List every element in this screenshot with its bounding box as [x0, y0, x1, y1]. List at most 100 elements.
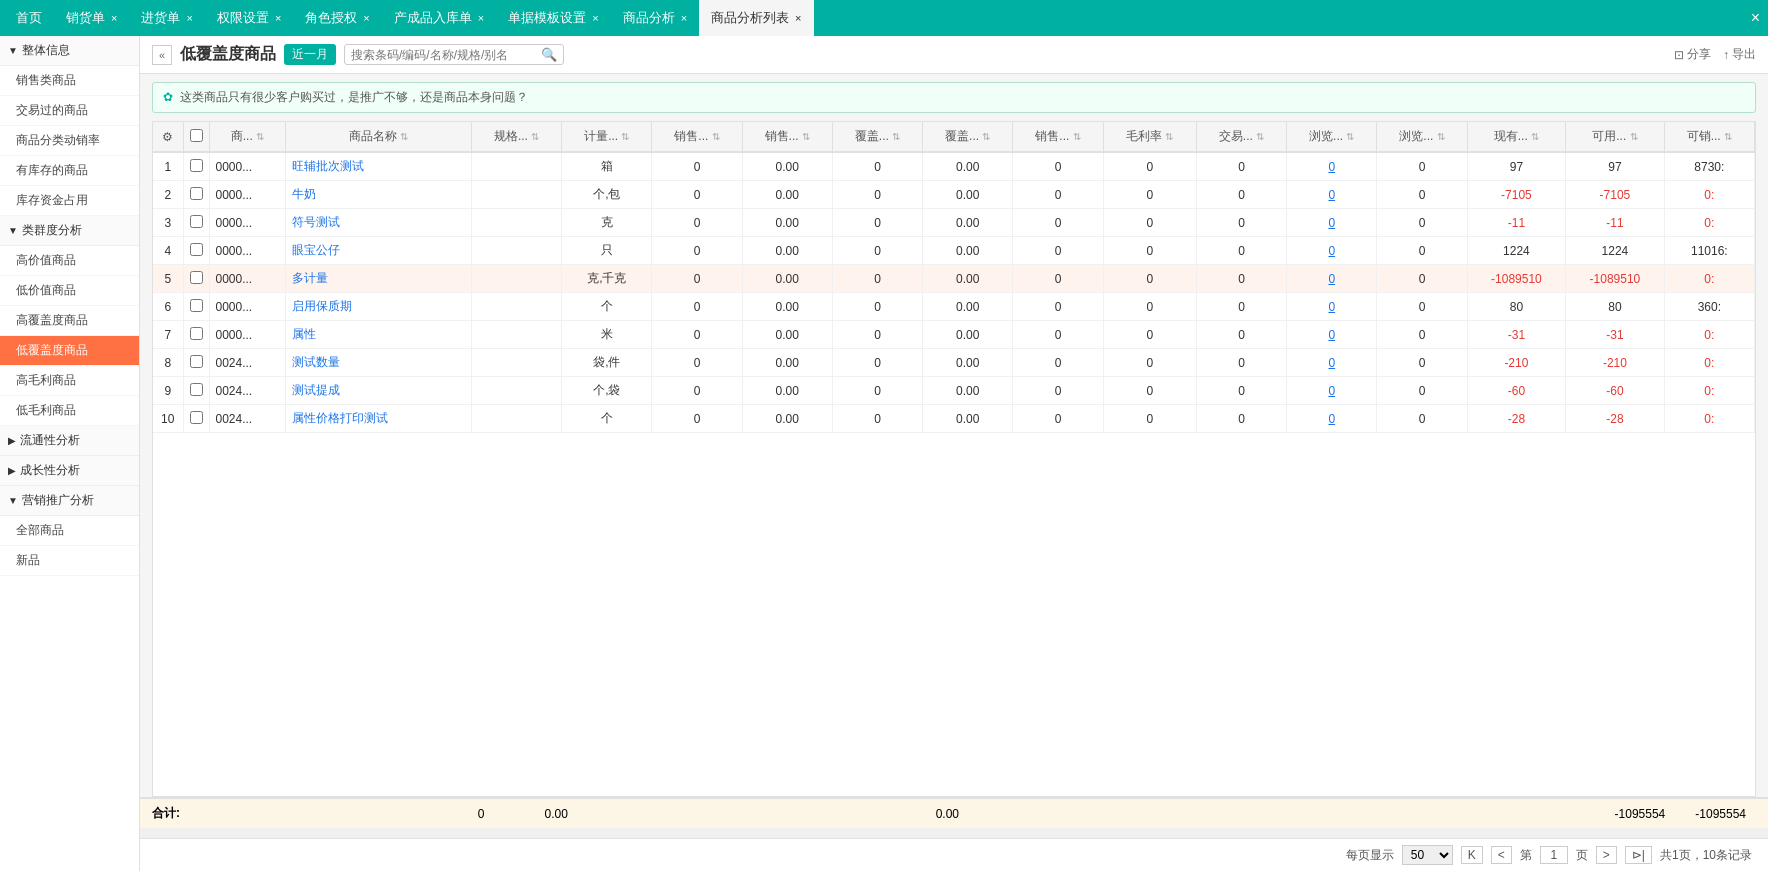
- per-page-select[interactable]: 50 10 20 100: [1402, 845, 1453, 865]
- sidebar-item-sales-goods[interactable]: 销售类商品: [0, 66, 139, 96]
- next-page-button[interactable]: >: [1596, 846, 1617, 864]
- row-name[interactable]: 多计量: [286, 265, 472, 293]
- period-button[interactable]: 近一月: [284, 44, 336, 65]
- row-name[interactable]: 测试提成: [286, 377, 472, 405]
- row-checkbox[interactable]: [183, 321, 209, 349]
- nav-tab-home[interactable]: 首页: [4, 0, 54, 36]
- row-checkbox[interactable]: [183, 209, 209, 237]
- row-checkbox[interactable]: [183, 237, 209, 265]
- col-stock-avail[interactable]: 可用... ⇅: [1566, 122, 1665, 152]
- sidebar-section-overall[interactable]: ▼ 整体信息: [0, 36, 139, 66]
- sidebar-item-capital[interactable]: 库存资金占用: [0, 186, 139, 216]
- nav-tab-permission[interactable]: 权限设置 ×: [205, 0, 293, 36]
- nav-tab-analysis[interactable]: 商品分析 ×: [611, 0, 699, 36]
- close-icon[interactable]: ×: [363, 0, 369, 36]
- row-browse1[interactable]: 0: [1287, 181, 1377, 209]
- row-select-checkbox[interactable]: [190, 411, 203, 424]
- nav-tab-template[interactable]: 单据模板设置 ×: [496, 0, 610, 36]
- row-select-checkbox[interactable]: [190, 271, 203, 284]
- sidebar-item-low-value[interactable]: 低价值商品: [0, 276, 139, 306]
- collapse-sidebar-button[interactable]: «: [152, 45, 172, 65]
- col-code[interactable]: 商... ⇅: [209, 122, 286, 152]
- row-name[interactable]: 旺辅批次测试: [286, 152, 472, 181]
- prev-page-button[interactable]: <: [1491, 846, 1512, 864]
- row-checkbox[interactable]: [183, 293, 209, 321]
- sidebar-item-low-margin[interactable]: 低毛利商品: [0, 396, 139, 426]
- nav-tab-product[interactable]: 产成品入库单 ×: [382, 0, 496, 36]
- close-icon[interactable]: ×: [478, 0, 484, 36]
- sidebar-section-marketing[interactable]: ▼ 营销推广分析: [0, 486, 139, 516]
- sidebar-item-low-coverage[interactable]: 低覆盖度商品: [0, 336, 139, 366]
- col-browse1[interactable]: 浏览... ⇅: [1287, 122, 1377, 152]
- row-name[interactable]: 属性: [286, 321, 472, 349]
- share-button[interactable]: ⊡ 分享: [1674, 46, 1711, 63]
- row-name[interactable]: 启用保质期: [286, 293, 472, 321]
- sidebar-item-stocked-goods[interactable]: 有库存的商品: [0, 156, 139, 186]
- row-checkbox[interactable]: [183, 349, 209, 377]
- col-settings[interactable]: ⚙: [153, 122, 183, 152]
- col-stock-sale[interactable]: 可销... ⇅: [1664, 122, 1754, 152]
- nav-tab-purchase[interactable]: 进货单 ×: [129, 0, 204, 36]
- row-select-checkbox[interactable]: [190, 355, 203, 368]
- row-name[interactable]: 测试数量: [286, 349, 472, 377]
- col-coverage2[interactable]: 覆盖... ⇅: [923, 122, 1013, 152]
- col-coverage1[interactable]: 覆盖... ⇅: [832, 122, 922, 152]
- row-select-checkbox[interactable]: [190, 383, 203, 396]
- col-stock-now[interactable]: 现有... ⇅: [1467, 122, 1566, 152]
- sidebar-item-category-rate[interactable]: 商品分类动销率: [0, 126, 139, 156]
- nav-tab-role[interactable]: 角色授权 ×: [293, 0, 381, 36]
- col-margin[interactable]: 毛利率 ⇅: [1103, 122, 1196, 152]
- row-browse1[interactable]: 0: [1287, 152, 1377, 181]
- sidebar-section-growth[interactable]: ▶ 成长性分析: [0, 456, 139, 486]
- close-icon[interactable]: ×: [795, 0, 801, 36]
- row-checkbox[interactable]: [183, 181, 209, 209]
- row-select-checkbox[interactable]: [190, 187, 203, 200]
- col-name[interactable]: 商品名称 ⇅: [286, 122, 472, 152]
- row-browse1[interactable]: 0: [1287, 293, 1377, 321]
- col-trade[interactable]: 交易... ⇅: [1196, 122, 1286, 152]
- row-checkbox[interactable]: [183, 377, 209, 405]
- row-browse1[interactable]: 0: [1287, 265, 1377, 293]
- sidebar-item-high-coverage[interactable]: 高覆盖度商品: [0, 306, 139, 336]
- select-all-checkbox[interactable]: [190, 129, 203, 142]
- row-name[interactable]: 眼宝公仔: [286, 237, 472, 265]
- sidebar-item-high-value[interactable]: 高价值商品: [0, 246, 139, 276]
- close-all-button[interactable]: ×: [1751, 9, 1760, 27]
- col-sales-qty[interactable]: 销售... ⇅: [652, 122, 742, 152]
- export-button[interactable]: ↑ 导出: [1723, 46, 1756, 63]
- row-select-checkbox[interactable]: [190, 243, 203, 256]
- row-name[interactable]: 牛奶: [286, 181, 472, 209]
- row-select-checkbox[interactable]: [190, 215, 203, 228]
- nav-tab-sales[interactable]: 销货单 ×: [54, 0, 129, 36]
- col-browse2[interactable]: 浏览... ⇅: [1377, 122, 1467, 152]
- close-icon[interactable]: ×: [111, 0, 117, 36]
- col-unit[interactable]: 计量... ⇅: [562, 122, 652, 152]
- row-browse1[interactable]: 0: [1287, 209, 1377, 237]
- row-browse1[interactable]: 0: [1287, 349, 1377, 377]
- col-spec[interactable]: 规格... ⇅: [471, 122, 561, 152]
- row-browse1[interactable]: 0: [1287, 321, 1377, 349]
- col-sales-amt[interactable]: 销售... ⇅: [742, 122, 832, 152]
- sidebar-item-traded-goods[interactable]: 交易过的商品: [0, 96, 139, 126]
- sidebar-item-all-goods[interactable]: 全部商品: [0, 516, 139, 546]
- sidebar-item-high-margin[interactable]: 高毛利商品: [0, 366, 139, 396]
- first-page-button[interactable]: K: [1461, 846, 1483, 864]
- row-select-checkbox[interactable]: [190, 327, 203, 340]
- col-sales3[interactable]: 销售... ⇅: [1013, 122, 1103, 152]
- row-checkbox[interactable]: [183, 265, 209, 293]
- sidebar-item-new-goods[interactable]: 新品: [0, 546, 139, 576]
- row-select-checkbox[interactable]: [190, 159, 203, 172]
- close-icon[interactable]: ×: [186, 0, 192, 36]
- row-name[interactable]: 属性价格打印测试: [286, 405, 472, 433]
- row-browse1[interactable]: 0: [1287, 237, 1377, 265]
- row-browse1[interactable]: 0: [1287, 377, 1377, 405]
- close-icon[interactable]: ×: [275, 0, 281, 36]
- col-checkbox[interactable]: [183, 122, 209, 152]
- row-checkbox[interactable]: [183, 405, 209, 433]
- close-icon[interactable]: ×: [592, 0, 598, 36]
- scroll-bar[interactable]: [140, 828, 1768, 838]
- row-checkbox[interactable]: [183, 152, 209, 181]
- sidebar-section-cluster[interactable]: ▼ 类群度分析: [0, 216, 139, 246]
- row-name[interactable]: 符号测试: [286, 209, 472, 237]
- close-icon[interactable]: ×: [681, 0, 687, 36]
